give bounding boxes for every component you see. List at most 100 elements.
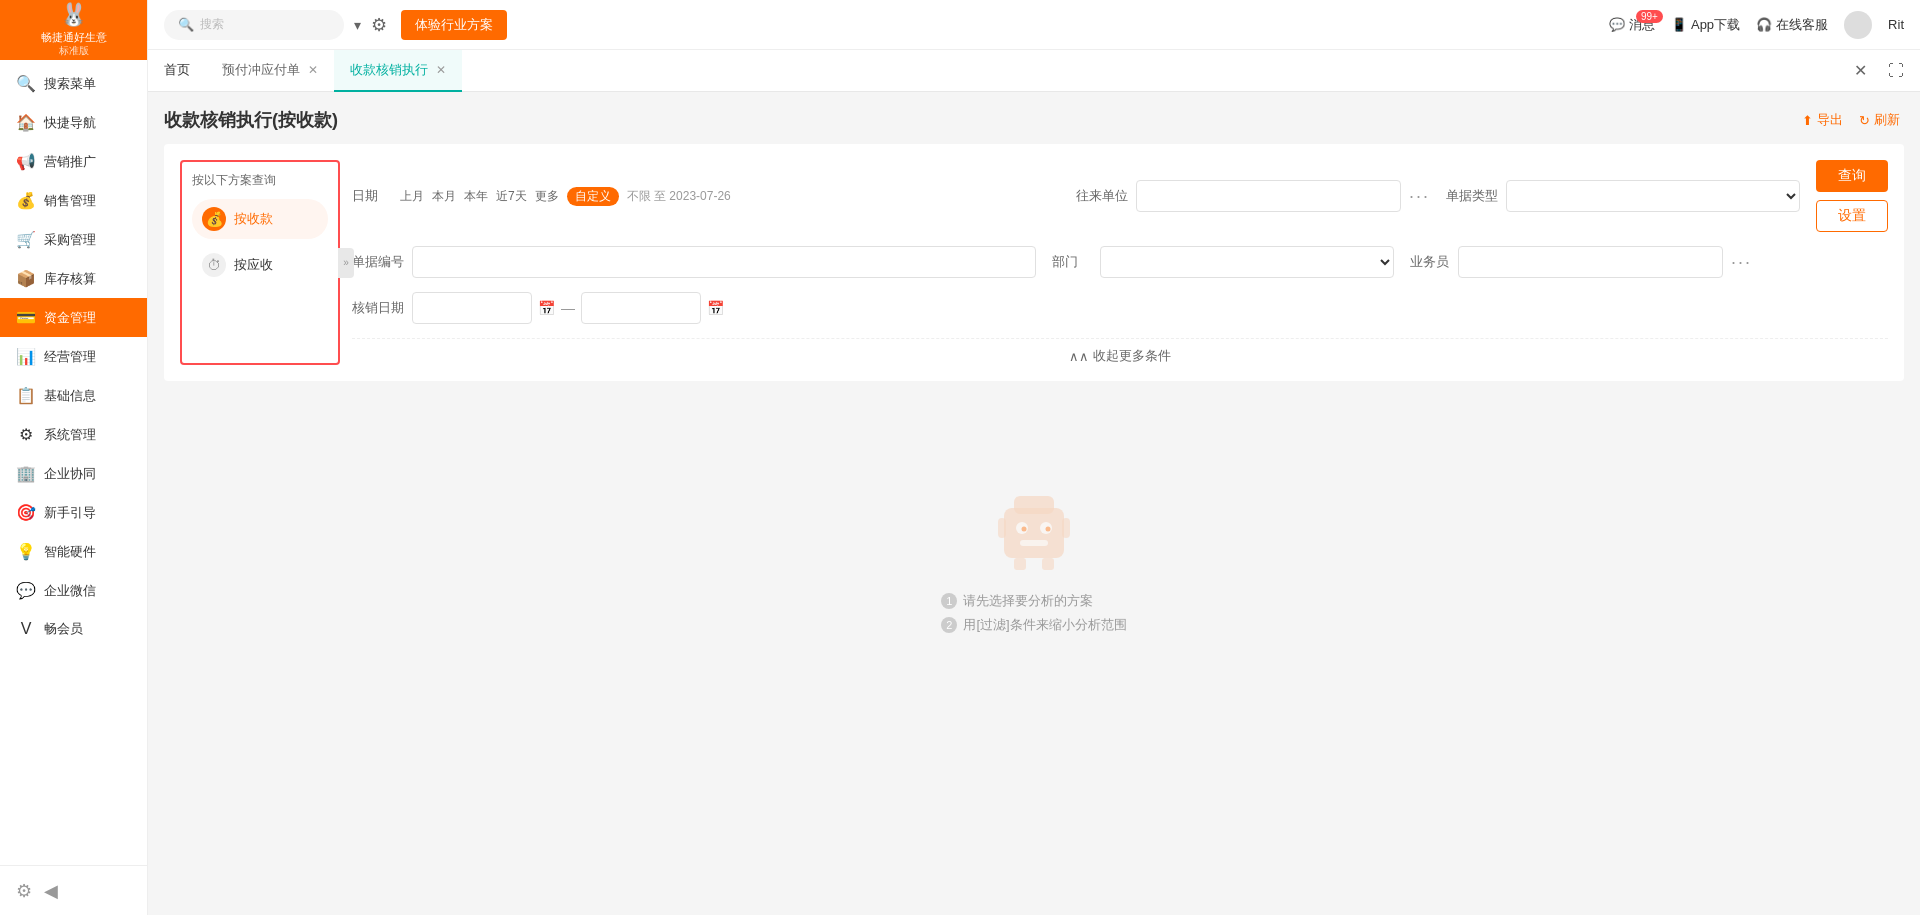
header-dropdown-btn[interactable]: ▾ [354,17,361,33]
salesperson-select-icon[interactable]: ··· [1731,252,1752,273]
filter-option-by-receivable[interactable]: ⏱ 按应收 [192,245,328,285]
bill-type-field: 单据类型 [1446,180,1800,212]
date-shortcut-this-month[interactable]: 本月 [432,188,456,205]
sidebar-icon-search-menu: 🔍 [16,74,36,93]
date-shortcut-7days[interactable]: 近7天 [496,188,527,205]
sidebar-item-quick-nav[interactable]: 🏠 快捷导航 [0,103,147,142]
salesperson-input[interactable] [1458,246,1723,278]
filter-actions: 查询 设置 [1816,160,1888,232]
close-collection-writeoff-icon[interactable]: ✕ [436,63,446,77]
sidebar-item-smart-hw[interactable]: 💡 智能硬件 [0,532,147,571]
collapse-more-button[interactable]: ∧∧ 收起更多条件 [1069,347,1171,365]
sidebar-item-guide[interactable]: 🎯 新手引导 [0,493,147,532]
header-search[interactable]: 🔍 搜索 [164,10,344,40]
tab-home-label: 首页 [164,61,190,79]
filter-collapse-btn[interactable]: » [338,248,354,278]
export-button[interactable]: ⬆ 导出 [1798,111,1847,129]
salesperson-field: 业务员 ··· [1410,246,1752,278]
department-select[interactable] [1100,246,1394,278]
writeoff-date-start-icon[interactable]: 📅 [538,300,555,316]
app-download-label: App下载 [1691,16,1740,34]
counterparty-field: 往来单位 ··· [1076,180,1430,212]
sidebar-label-finance: 资金管理 [44,309,96,327]
search-placeholder: 搜索 [200,16,224,33]
bill-type-select[interactable] [1506,180,1800,212]
message-btn[interactable]: 💬 消息 99+ [1609,16,1655,34]
page-content: 收款核销执行(按收款) ⬆ 导出 ↻ 刷新 按以下方案查询 💰 按收款 [148,92,1920,915]
close-tab-btn[interactable]: ✕ [1846,57,1874,85]
main-area: 🔍 搜索 ▾ ⚙ 体验行业方案 💬 消息 99+ 📱 App下载 🎧 在线客服 … [148,0,1920,915]
close-prepay-icon[interactable]: ✕ [308,63,318,77]
writeoff-date-start[interactable]: 2023-03-01 [412,292,532,324]
sidebar-label-marketing: 营销推广 [44,153,96,171]
refresh-button[interactable]: ↻ 刷新 [1855,111,1904,129]
sidebar-icon-quick-nav: 🏠 [16,113,36,132]
solution-button[interactable]: 体验行业方案 [401,10,507,40]
sidebar-item-search-menu[interactable]: 🔍 搜索菜单 [0,64,147,103]
sidebar-label-system: 系统管理 [44,426,96,444]
sidebar-item-marketing[interactable]: 📢 营销推广 [0,142,147,181]
header-settings-icon[interactable]: ⚙ [371,14,387,36]
sidebar-item-member[interactable]: V 畅会员 [0,610,147,648]
tab-prepay[interactable]: 预付冲应付单 ✕ [206,50,334,92]
date-shortcut-this-year[interactable]: 本年 [464,188,488,205]
sidebar-icon-enterprise: 🏢 [16,464,36,483]
sidebar-icon-system: ⚙ [16,425,36,444]
sidebar-item-sales[interactable]: 💰 销售管理 [0,181,147,220]
sidebar-item-system[interactable]: ⚙ 系统管理 [0,415,147,454]
online-service-label: 在线客服 [1776,16,1828,34]
by-receivable-icon: ⏱ [202,253,226,277]
sidebar-item-basic-info[interactable]: 📋 基础信息 [0,376,147,415]
bill-type-label: 单据类型 [1446,187,1498,205]
filter-section-title: 按以下方案查询 [192,172,328,189]
by-receivable-label: 按应收 [234,256,273,274]
sidebar-label-guide: 新手引导 [44,504,96,522]
sidebar-label-purchase: 采购管理 [44,231,96,249]
tab-collection-writeoff[interactable]: 收款核销执行 ✕ [334,50,462,92]
sidebar-icon-purchase: 🛒 [16,230,36,249]
sidebar-item-inventory[interactable]: 📦 库存核算 [0,259,147,298]
logo-sub: 标准版 [59,44,89,58]
date-custom-badge[interactable]: 自定义 [567,187,619,206]
date-shortcut-last-month[interactable]: 上月 [400,188,424,205]
sidebar-item-purchase[interactable]: 🛒 采购管理 [0,220,147,259]
svg-rect-1 [1014,496,1054,514]
date-label: 日期 [352,187,392,205]
date-more-link[interactable]: 更多 [535,188,559,205]
filter-row-3: 核销日期 2023-03-01 📅 — 2023-07-21 📅 [352,292,1888,324]
sidebar-label-operation: 经营管理 [44,348,96,366]
sidebar-item-operation[interactable]: 📊 经营管理 [0,337,147,376]
tab-home[interactable]: 首页 [148,50,206,92]
filter-row-1: 日期 上月 本月 本年 近7天 更多 自定义 不限 至 2023-07-26 [352,160,1888,232]
bill-no-input[interactable] [412,246,1036,278]
sidebar-icon-sales: 💰 [16,191,36,210]
online-service-btn[interactable]: 🎧 在线客服 [1756,16,1828,34]
counterparty-select-icon[interactable]: ··· [1409,186,1430,207]
refresh-icon: ↻ [1859,113,1870,128]
bill-no-field: 单据编号 [352,246,1036,278]
counterparty-input[interactable] [1136,180,1401,212]
settings-icon[interactable]: ⚙ [16,880,32,902]
query-button[interactable]: 查询 [1816,160,1888,192]
sidebar-item-finance[interactable]: 💳 资金管理 [0,298,147,337]
writeoff-date-end-icon[interactable]: 📅 [707,300,724,316]
collapse-icon[interactable]: ◀ [44,880,58,902]
settings-button[interactable]: 设置 [1816,200,1888,232]
user-name[interactable]: Rit [1888,17,1904,32]
filter-option-by-collection[interactable]: 💰 按收款 [192,199,328,239]
sidebar-item-wechat[interactable]: 💬 企业微信 [0,571,147,610]
sidebar-label-enterprise: 企业协同 [44,465,96,483]
sidebar-label-smart-hw: 智能硬件 [44,543,96,561]
sidebar-label-inventory: 库存核算 [44,270,96,288]
sidebar-label-sales: 销售管理 [44,192,96,210]
writeoff-date-end[interactable]: 2023-07-21 [581,292,701,324]
expand-tab-btn[interactable]: ⛶ [1882,57,1910,85]
sidebar-item-enterprise[interactable]: 🏢 企业协同 [0,454,147,493]
tab-prepay-label: 预付冲应付单 [222,61,300,79]
app-logo: 🐰 畅捷通好生意 标准版 [0,0,147,60]
department-label: 部门 [1052,253,1092,271]
date-no-limit: 不限 至 2023-07-26 [627,188,731,205]
date-shortcuts: 上月 本月 本年 近7天 更多 自定义 [400,187,619,206]
sidebar-icon-inventory: 📦 [16,269,36,288]
app-download-btn[interactable]: 📱 App下载 [1671,16,1740,34]
